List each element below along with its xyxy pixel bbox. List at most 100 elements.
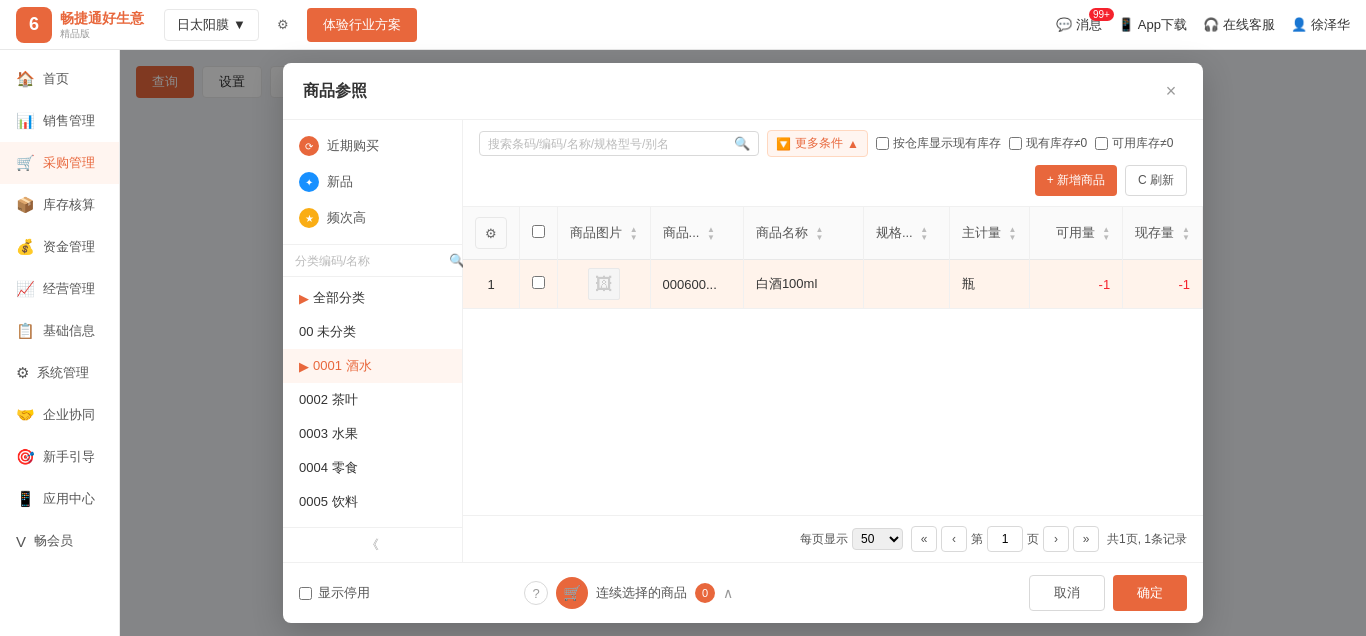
th-img-label: 商品图片 bbox=[570, 225, 622, 240]
sidebar-label-home: 首页 bbox=[43, 70, 69, 88]
page-size-label: 每页显示 bbox=[800, 531, 848, 548]
th-avail-label: 可用量 bbox=[1056, 225, 1095, 240]
filter-arrow: ▲ bbox=[847, 137, 859, 151]
experience-btn[interactable]: 体验行业方案 bbox=[307, 8, 417, 42]
quick-label-new: 新品 bbox=[327, 173, 353, 191]
checkbox-nonzero[interactable]: 现有库存≠0 bbox=[1009, 135, 1087, 152]
show-disabled-label[interactable]: 显示停用 bbox=[299, 584, 370, 602]
online-service-label: 在线客服 bbox=[1223, 16, 1275, 34]
nav-dropdown[interactable]: 日太阳膜 ▼ bbox=[164, 9, 259, 41]
category-label-3: 0003 水果 bbox=[299, 425, 358, 443]
filter-btn[interactable]: 🔽 更多条件 ▲ bbox=[767, 130, 868, 157]
quick-item-frequent[interactable]: ★ 频次高 bbox=[283, 200, 462, 236]
cart-btn[interactable]: 🛒 bbox=[556, 577, 588, 609]
last-page-btn[interactable]: » bbox=[1073, 526, 1099, 552]
sidebar-item-finance[interactable]: 💰 资金管理 bbox=[0, 226, 119, 268]
quick-item-recent[interactable]: ⟳ 近期购买 bbox=[283, 128, 462, 164]
modal-left-panel: ⟳ 近期购买 ✦ 新品 ★ 频次高 bbox=[283, 120, 463, 562]
modal-left-collapse-btn[interactable]: 《 bbox=[283, 527, 462, 562]
quick-item-new[interactable]: ✦ 新品 bbox=[283, 164, 462, 200]
modal-close-btn[interactable]: × bbox=[1159, 79, 1183, 103]
avail-sort-icon: ▲▼ bbox=[1102, 226, 1110, 242]
help-icon[interactable]: ? bbox=[524, 581, 548, 605]
app-download-item[interactable]: 📱 App下载 bbox=[1118, 16, 1187, 34]
sidebar-item-apps[interactable]: 📱 应用中心 bbox=[0, 478, 119, 520]
category-item-4[interactable]: 0004 零食 bbox=[283, 451, 462, 485]
category-item-5[interactable]: 0005 饮料 bbox=[283, 485, 462, 519]
confirm-btn[interactable]: 确定 bbox=[1113, 575, 1187, 611]
sidebar-item-inventory[interactable]: 📦 库存核算 bbox=[0, 184, 119, 226]
th-avail[interactable]: 可用量 ▲▼ bbox=[1029, 207, 1122, 260]
home-icon: 🏠 bbox=[16, 70, 35, 88]
checkbox-available-input[interactable] bbox=[1095, 137, 1108, 150]
sidebar-item-collaboration[interactable]: 🤝 企业协同 bbox=[0, 394, 119, 436]
page-size-dropdown[interactable]: 10 20 50 100 bbox=[852, 528, 903, 550]
settings-icon[interactable]: ⚙ bbox=[267, 9, 299, 41]
category-item-2[interactable]: 0002 茶叶 bbox=[283, 383, 462, 417]
checkbox-available[interactable]: 可用库存≠0 bbox=[1095, 135, 1173, 152]
category-search-input[interactable] bbox=[295, 254, 445, 268]
total-info: 共1页, 1条记录 bbox=[1107, 531, 1187, 548]
page-number-input[interactable] bbox=[987, 526, 1023, 552]
search-icon[interactable]: 🔍 bbox=[734, 136, 750, 151]
th-check[interactable] bbox=[520, 207, 558, 260]
next-page-btn[interactable]: › bbox=[1043, 526, 1069, 552]
row-checkbox[interactable] bbox=[532, 276, 545, 289]
checkbox-nonzero-input[interactable] bbox=[1009, 137, 1022, 150]
sidebar-item-home[interactable]: 🏠 首页 bbox=[0, 58, 119, 100]
th-gear[interactable]: ⚙ bbox=[463, 207, 520, 260]
dropdown-label: 日太阳膜 bbox=[177, 16, 229, 34]
modal-overlay: 商品参照 × ⟳ 近期购买 ✦ 新品 bbox=[120, 50, 1366, 636]
category-item-6[interactable]: 0008 水 bbox=[283, 519, 462, 527]
sidebar-item-guide[interactable]: 🎯 新手引导 bbox=[0, 436, 119, 478]
show-disabled-checkbox[interactable] bbox=[299, 587, 312, 600]
th-unit[interactable]: 主计量 ▲▼ bbox=[949, 207, 1029, 260]
th-spec[interactable]: 规格... ▲▼ bbox=[863, 207, 949, 260]
finance-icon: 💰 bbox=[16, 238, 35, 256]
cart-icon: 🛒 bbox=[563, 584, 582, 602]
add-product-btn[interactable]: + 新增商品 bbox=[1035, 165, 1117, 196]
toolbar-right: + 新增商品 C 刷新 bbox=[1035, 165, 1187, 196]
edition-label: 精品版 bbox=[60, 27, 144, 40]
frequent-icon: ★ bbox=[299, 208, 319, 228]
collab-icon: 🤝 bbox=[16, 406, 35, 424]
user-item[interactable]: 👤 徐泽华 bbox=[1291, 16, 1350, 34]
th-name[interactable]: 商品名称 ▲▼ bbox=[743, 207, 863, 260]
th-code[interactable]: 商品... ▲▼ bbox=[650, 207, 743, 260]
nav-right: 💬 消息 99+ 📱 App下载 🎧 在线客服 👤 徐泽华 bbox=[1056, 16, 1350, 34]
sidebar-item-purchase[interactable]: 🛒 采购管理 bbox=[0, 142, 119, 184]
sidebar-item-vip[interactable]: V 畅会员 bbox=[0, 520, 119, 562]
cancel-btn[interactable]: 取消 bbox=[1029, 575, 1105, 611]
category-item-1[interactable]: ▶ 0001 酒水 bbox=[283, 349, 462, 383]
modal-body: ⟳ 近期购买 ✦ 新品 ★ 频次高 bbox=[283, 120, 1203, 562]
select-all-checkbox[interactable] bbox=[532, 225, 545, 238]
th-stock[interactable]: 现存量 ▲▼ bbox=[1123, 207, 1203, 260]
active-arrow-icon: ▶ bbox=[299, 359, 309, 374]
online-service-item[interactable]: 🎧 在线客服 bbox=[1203, 16, 1275, 34]
th-img[interactable]: 商品图片 ▲▼ bbox=[558, 207, 651, 260]
th-spec-label: 规格... bbox=[876, 225, 913, 240]
cell-code: 000600... bbox=[650, 260, 743, 309]
th-unit-label: 主计量 bbox=[962, 225, 1001, 240]
th-stock-label: 现存量 bbox=[1135, 225, 1174, 240]
table-row[interactable]: 1 🖼 000600... 白酒100ml bbox=[463, 260, 1203, 309]
modal-footer: 显示停用 ? 🛒 连续选择的商品 0 ∧ 取消 bbox=[283, 562, 1203, 623]
sidebar-item-system[interactable]: ⚙ 系统管理 bbox=[0, 352, 119, 394]
help-symbol: ? bbox=[532, 586, 539, 601]
category-item-all[interactable]: ▶ 全部分类 bbox=[283, 281, 462, 315]
cell-check[interactable] bbox=[520, 260, 558, 309]
checkbox-warehouse-input[interactable] bbox=[876, 137, 889, 150]
prev-page-btn[interactable]: ‹ bbox=[941, 526, 967, 552]
message-item[interactable]: 💬 消息 99+ bbox=[1056, 16, 1102, 34]
category-item-0[interactable]: 00 未分类 bbox=[283, 315, 462, 349]
sidebar-item-basics[interactable]: 📋 基础信息 bbox=[0, 310, 119, 352]
checkbox-warehouse[interactable]: 按仓库显示现有库存 bbox=[876, 135, 1001, 152]
th-code-label: 商品... bbox=[663, 225, 700, 240]
category-item-3[interactable]: 0003 水果 bbox=[283, 417, 462, 451]
footer-collapse-icon[interactable]: ∧ bbox=[723, 585, 733, 601]
sidebar-item-operations[interactable]: 📈 经营管理 bbox=[0, 268, 119, 310]
refresh-btn[interactable]: C 刷新 bbox=[1125, 165, 1187, 196]
sidebar-item-sales[interactable]: 📊 销售管理 bbox=[0, 100, 119, 142]
product-search-input[interactable] bbox=[488, 137, 730, 151]
first-page-btn[interactable]: « bbox=[911, 526, 937, 552]
